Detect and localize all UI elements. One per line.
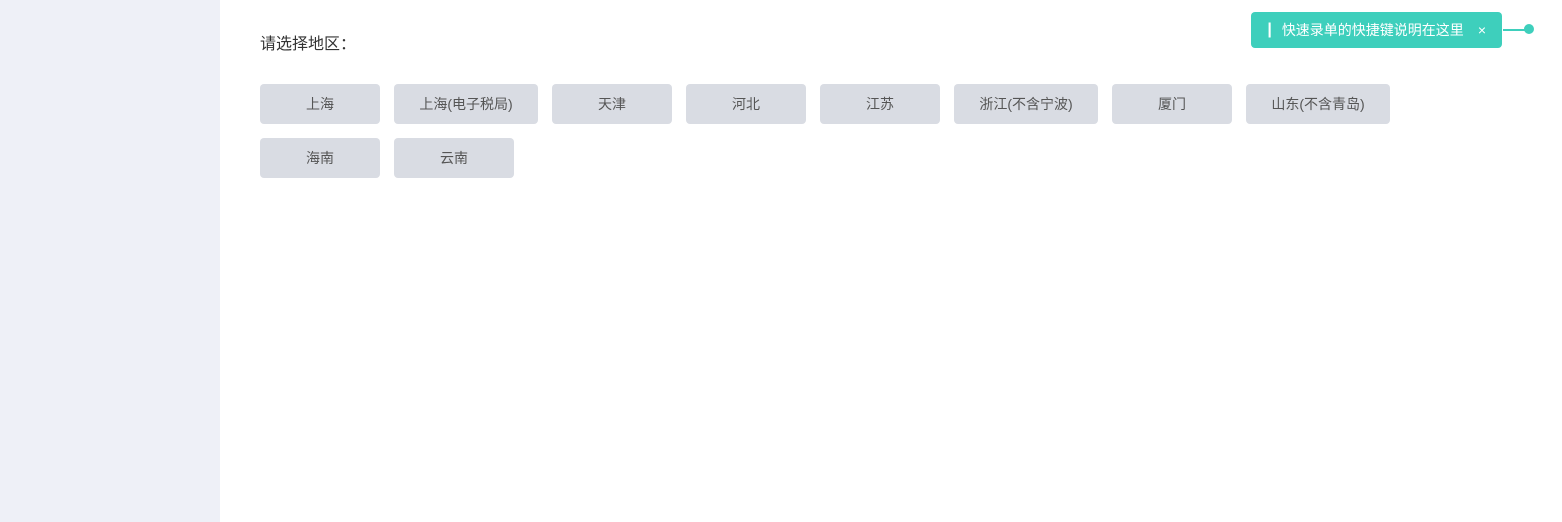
region-button[interactable]: 云南 bbox=[394, 138, 514, 178]
tooltip-dot bbox=[1524, 24, 1534, 34]
tooltip-line bbox=[1503, 29, 1525, 31]
tooltip-banner: 快速录单的快捷键说明在这里 × bbox=[1251, 12, 1502, 48]
tooltip-close-button[interactable]: × bbox=[1478, 22, 1486, 38]
region-button[interactable]: 厦门 bbox=[1112, 84, 1232, 124]
region-button[interactable]: 浙江(不含宁波) bbox=[954, 84, 1098, 124]
region-button[interactable]: 江苏 bbox=[820, 84, 940, 124]
region-button[interactable]: 天津 bbox=[552, 84, 672, 124]
region-button[interactable]: 山东(不含青岛) bbox=[1246, 84, 1390, 124]
region-grid: 上海上海(电子税局) 天津河北江苏浙江(不含宁波) 厦门山东(不含青岛) 海南云南 bbox=[260, 84, 1522, 178]
region-button[interactable]: 上海 bbox=[260, 84, 380, 124]
region-button[interactable]: 海南 bbox=[260, 138, 380, 178]
sidebar bbox=[0, 0, 220, 522]
region-button[interactable]: 河北 bbox=[686, 84, 806, 124]
main-content: 请选择地区： 上海上海(电子税局)天津河北江苏浙江(不含宁波)厦门山东(不含青岛… bbox=[220, 0, 1562, 522]
tooltip-text: 快速录单的快捷键说明在这里 bbox=[1282, 20, 1464, 40]
region-button[interactable]: 上海(电子税局) bbox=[394, 84, 538, 124]
